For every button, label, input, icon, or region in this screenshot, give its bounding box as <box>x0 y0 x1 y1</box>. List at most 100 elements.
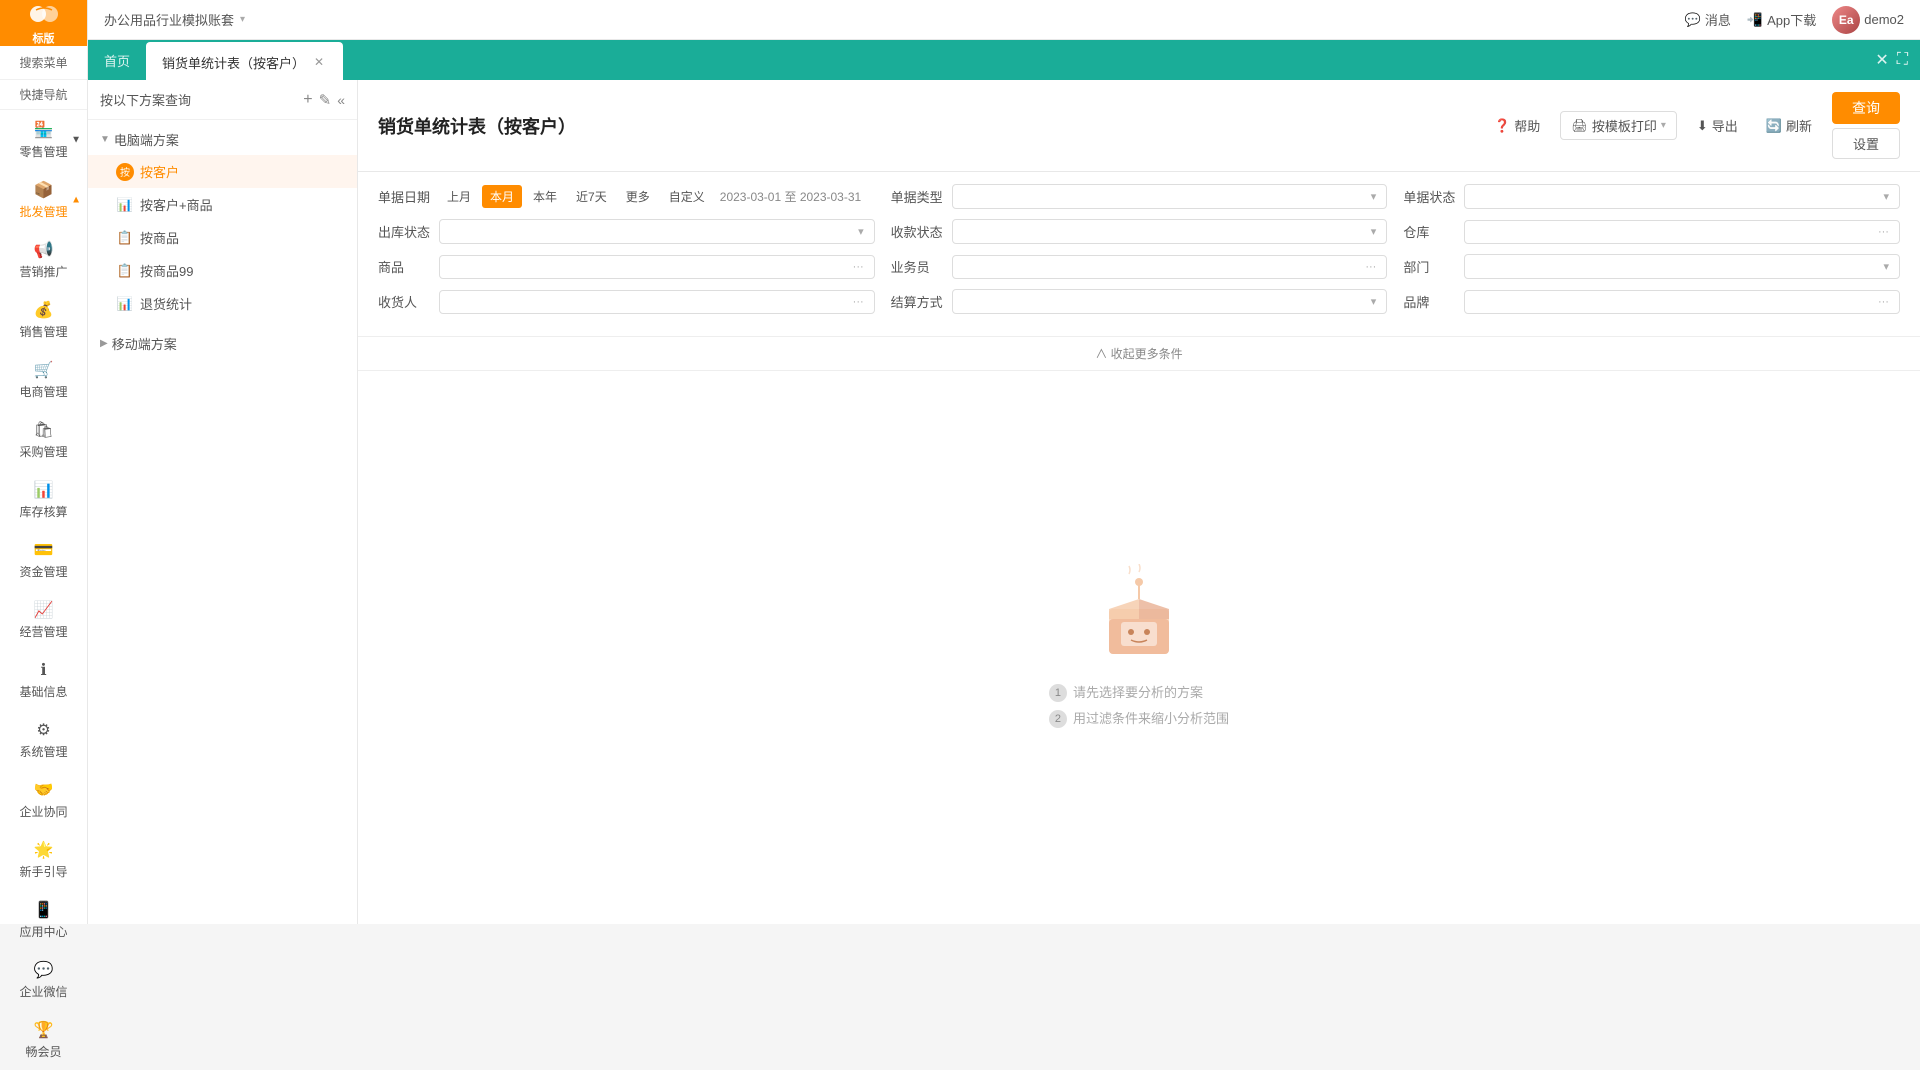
goods-select[interactable]: ··· <box>439 255 875 279</box>
sidebar-item-enterprise[interactable]: 🤝 企业协同 <box>0 770 87 830</box>
filter-row-3: 商品 ··· 业务员 ··· 部门 <box>378 254 1900 279</box>
department-select[interactable]: ▾ <box>1464 254 1900 279</box>
mobile-group-arrow: ▶ <box>100 338 108 349</box>
maximize-icon[interactable]: ⛶ <box>1897 51 1908 69</box>
brand-select[interactable]: ··· <box>1464 290 1900 314</box>
scheme-by-customer[interactable]: 按 按客户 <box>88 155 357 188</box>
salesman-label: 业务员 <box>891 257 946 276</box>
tip-num-1: 1 <box>1049 684 1067 702</box>
appcenter-icon: 📱 <box>34 900 54 920</box>
tab-close-icon[interactable]: ✕ <box>311 54 327 70</box>
sidebar-item-management[interactable]: 📈 经营管理 <box>0 590 87 650</box>
tab-sales-stats[interactable]: 销货单统计表（按客户） ✕ <box>146 42 343 82</box>
system-icon: ⚙ <box>36 720 50 740</box>
tab-home[interactable]: 首页 <box>88 40 146 80</box>
date-tab-this-year[interactable]: 本年 <box>525 185 565 208</box>
receiver-dots: ··· <box>853 296 864 308</box>
receipt-status-select[interactable]: ▾ <box>952 219 1388 244</box>
sidebar-item-appcenter[interactable]: 📱 应用中心 <box>0 890 87 950</box>
goods-label: 商品 <box>378 257 433 276</box>
sidebar-item-retail[interactable]: 🏪 零售管理 ▼ <box>0 110 87 170</box>
tab-maximize-area: ✕ ⛶ <box>1863 50 1920 70</box>
sidebar-item-marketing[interactable]: 📢 营销推广 <box>0 230 87 290</box>
filter-row-2: 出库状态 ▾ 收款状态 ▾ 仓库 <box>378 219 1900 244</box>
sidebar-item-newbie[interactable]: 🌟 新手引导 <box>0 830 87 890</box>
sidebar-item-member[interactable]: 🏆 畅会员 <box>0 1010 87 1070</box>
user-profile[interactable]: Ea demo2 <box>1832 6 1904 34</box>
sidebar-item-system[interactable]: ⚙ 系统管理 <box>0 710 87 770</box>
search-menu[interactable]: 搜索菜单 <box>0 46 87 80</box>
sales-icon: 💰 <box>34 300 54 320</box>
sidebar-item-purchase[interactable]: 🛍 采购管理 <box>0 410 87 470</box>
sidebar-item-wholesale[interactable]: 📦 批发管理 ▲ <box>0 170 87 230</box>
filter-date: 单据日期 上月 本月 本年 近7天 更多 自定义 2023-03-01 至 20… <box>378 184 875 209</box>
settings-button[interactable]: 设置 <box>1832 128 1900 159</box>
breadcrumb-text: 办公用品行业模拟账套 <box>104 10 234 29</box>
page-title-row: 销货单统计表（按客户） ❓ 帮助 🖨 按模板打印 ▾ ⬇ <box>378 92 1900 159</box>
export-btn[interactable]: ⬇ 导出 <box>1689 112 1746 139</box>
filter-area: 单据日期 上月 本月 本年 近7天 更多 自定义 2023-03-01 至 20… <box>358 172 1920 337</box>
doc-type-select[interactable]: ▾ <box>952 184 1388 209</box>
query-button[interactable]: 查询 <box>1832 92 1900 124</box>
scheme-by-goods[interactable]: 📋 按商品 <box>88 221 357 254</box>
filter-out-status: 出库状态 ▾ <box>378 219 875 244</box>
sidebar-item-ecommerce[interactable]: 🛒 电商管理 <box>0 350 87 410</box>
message-btn[interactable]: 💬 消息 <box>1685 10 1731 29</box>
out-status-select[interactable]: ▾ <box>439 219 875 244</box>
refresh-btn[interactable]: 🔄 刷新 <box>1758 112 1820 139</box>
help-btn[interactable]: ❓ 帮助 <box>1486 112 1548 139</box>
scheme-return-stats[interactable]: 📊 退货统计 <box>88 287 357 320</box>
sidebar-item-basic[interactable]: ℹ 基础信息 <box>0 650 87 710</box>
print-arrow: ▾ <box>1661 120 1666 131</box>
settlement-label: 结算方式 <box>891 292 946 311</box>
tip-item-2: 2 用过滤条件来缩小分析范围 <box>1049 706 1229 732</box>
return-stats-icon: 📊 <box>116 295 134 313</box>
scheme-by-customer-goods[interactable]: 📊 按客户+商品 <box>88 188 357 221</box>
sidebar-item-sales[interactable]: 💰 销售管理 <box>0 290 87 350</box>
sidebar-item-finance[interactable]: 💳 资金管理 <box>0 530 87 590</box>
filter-doc-type: 单据类型 ▾ <box>891 184 1388 209</box>
edit-scheme-btn[interactable]: ✎ <box>319 91 332 109</box>
settlement-select[interactable]: ▾ <box>952 289 1388 314</box>
warehouse-label: 仓库 <box>1403 222 1458 241</box>
scheme-by-goods99[interactable]: 📋 按商品99 <box>88 254 357 287</box>
date-tab-7days[interactable]: 近7天 <box>568 185 615 208</box>
app-download-btn[interactable]: 📲 App下载 <box>1747 10 1816 29</box>
tree-group-desktop[interactable]: ▼ 电脑端方案 <box>88 124 357 155</box>
enterprise-icon: 🤝 <box>34 780 54 800</box>
tree-group-mobile[interactable]: ▶ 移动端方案 <box>88 328 357 359</box>
inventory-icon: 📊 <box>34 480 54 500</box>
date-tab-this-month[interactable]: 本月 <box>482 185 522 208</box>
salesman-select[interactable]: ··· <box>952 255 1388 279</box>
doc-status-select[interactable]: ▾ <box>1464 184 1900 209</box>
empty-state: 1 请先选择要分析的方案 2 用过滤条件来缩小分析范围 <box>358 371 1920 924</box>
breadcrumb-arrow[interactable]: ▾ <box>240 14 245 25</box>
content-area: 按以下方案查询 + ✎ « ▼ 电脑端方案 按 按客户 📊 按客 <box>88 80 1920 924</box>
avatar-text: Ea <box>1839 13 1854 27</box>
receiver-select[interactable]: ··· <box>439 290 875 314</box>
collapse-bar[interactable]: ∧ 收起更多条件 <box>358 337 1920 371</box>
header-actions: 💬 消息 📲 App下载 Ea demo2 <box>1685 6 1904 34</box>
sidebar-item-wechat[interactable]: 💬 企业微信 <box>0 950 87 1010</box>
sidebar-item-newbie-label: 新手引导 <box>19 863 67 880</box>
quick-nav-label: 快捷导航 <box>0 86 87 103</box>
add-scheme-btn[interactable]: + <box>303 91 312 109</box>
warehouse-select[interactable]: ··· <box>1464 220 1900 244</box>
date-tab-more[interactable]: 更多 <box>618 185 658 208</box>
scheme-by-customer-label: 按客户 <box>140 162 179 181</box>
print-btn[interactable]: 🖨 按模板打印 ▾ <box>1560 111 1677 140</box>
collapse-panel-btn[interactable]: « <box>337 92 345 108</box>
member-icon: 🏆 <box>34 1020 54 1040</box>
filter-department: 部门 ▾ <box>1403 254 1900 279</box>
date-tab-custom[interactable]: 自定义 <box>661 185 713 208</box>
scheme-by-customer-goods-label: 按客户+商品 <box>140 195 213 214</box>
quick-nav[interactable]: 快捷导航 <box>0 80 87 110</box>
header-breadcrumb: 办公用品行业模拟账套 ▾ <box>104 10 245 29</box>
mobile-group-label: 移动端方案 <box>112 334 177 353</box>
sidebar-item-inventory[interactable]: 📊 库存核算 <box>0 470 87 530</box>
date-tab-last-month[interactable]: 上月 <box>439 185 479 208</box>
tab-home-label: 首页 <box>104 51 130 70</box>
filter-row-1: 单据日期 上月 本月 本年 近7天 更多 自定义 2023-03-01 至 20… <box>378 184 1900 209</box>
close-window-icon[interactable]: ✕ <box>1875 50 1888 70</box>
tab-sales-stats-label: 销货单统计表（按客户） <box>162 53 305 72</box>
